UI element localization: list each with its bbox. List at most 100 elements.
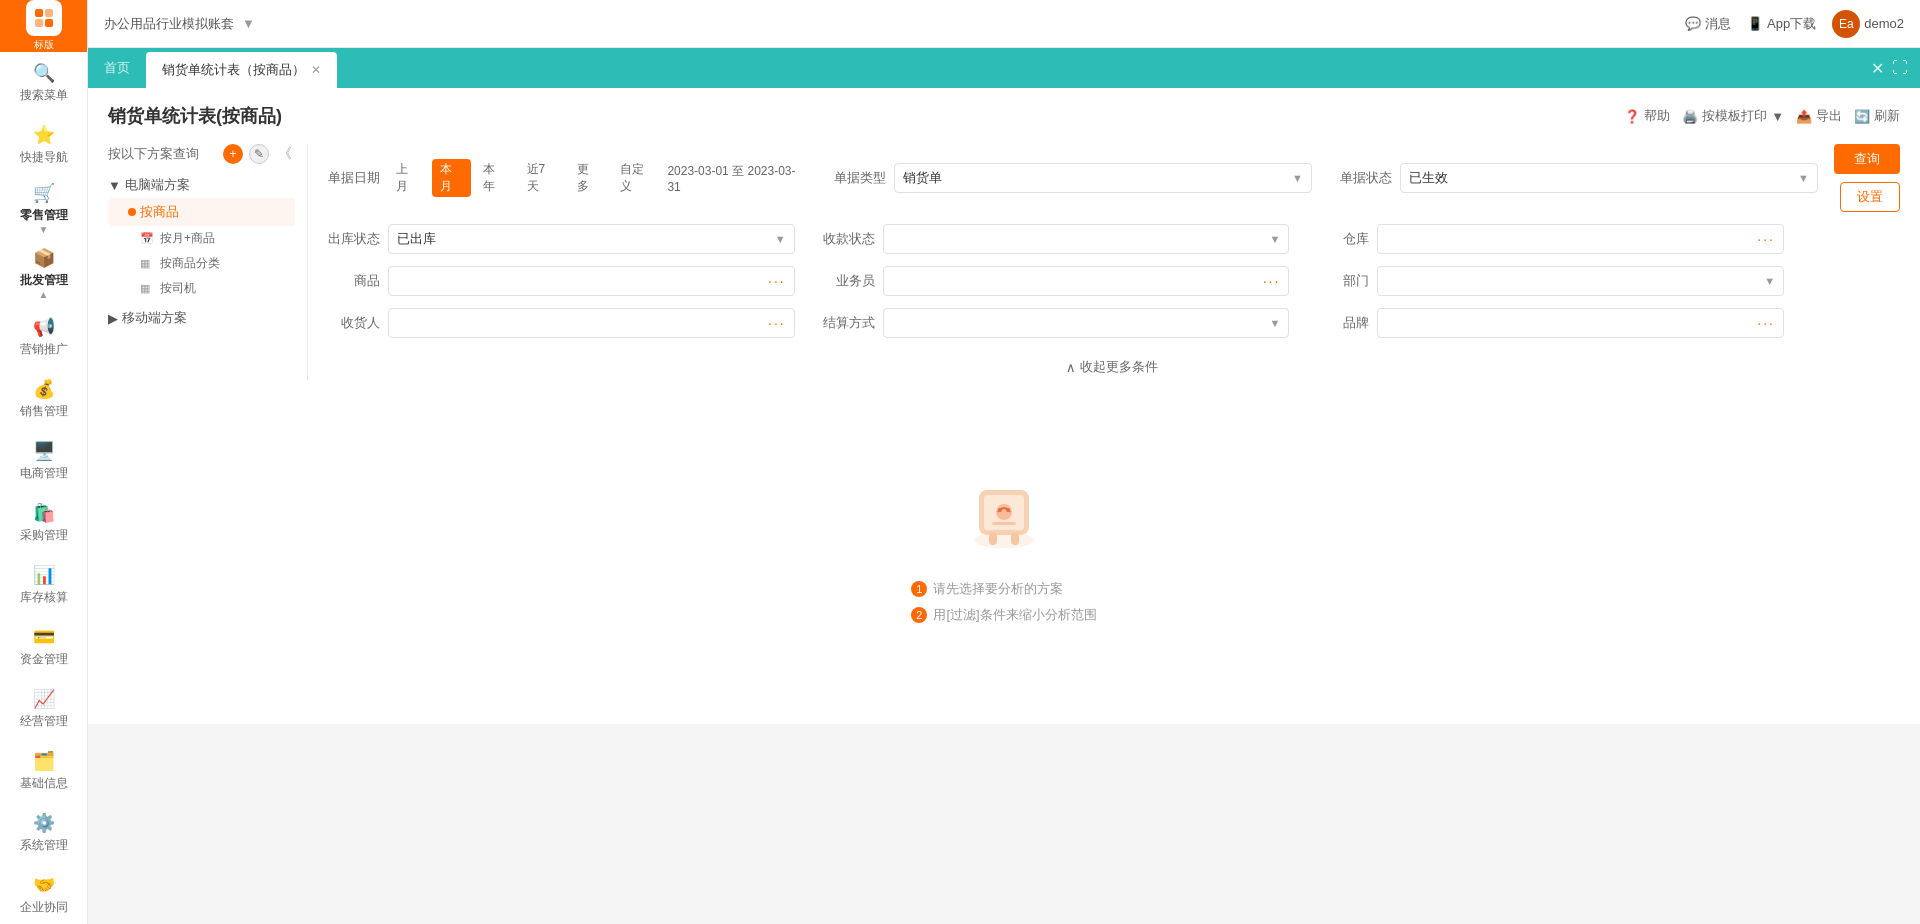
scheme-item-by-category[interactable]: ▦ 按商品分类 [108, 251, 295, 276]
product-dots-icon: ··· [768, 273, 786, 289]
main-area: 办公用品行业模拟账套 ▼ 💬 消息 📱 App下载 Ea demo2 首页 销货… [88, 0, 1920, 924]
sidebar-item-quick[interactable]: ⭐ 快捷导航 [0, 114, 88, 176]
date-tab-last-month[interactable]: 上月 [388, 159, 428, 197]
date-range-value: 2023-03-01 至 2023-03-31 [667, 163, 806, 194]
edit-scheme-btn[interactable]: ✎ [249, 144, 269, 164]
header-actions: 💬 消息 📱 App下载 Ea demo2 [1685, 10, 1904, 38]
scheme-item-by-product[interactable]: 按商品 [108, 198, 295, 226]
sidebar-item-system[interactable]: ⚙️ 系统管理 [0, 802, 88, 864]
settle-selector[interactable]: ▼ [883, 308, 1290, 338]
scheme-group-mobile: ▶ 移动端方案 [108, 305, 295, 331]
filter-warehouse: 仓库 ··· [1313, 224, 1784, 254]
date-tab-7days[interactable]: 近7天 [519, 159, 565, 197]
enterprise-icon: 🤝 [33, 874, 55, 896]
filter-salesperson: 业务员 ··· [819, 266, 1290, 296]
doc-type-label: 单据类型 [830, 169, 886, 187]
dept-label: 部门 [1313, 272, 1369, 290]
brand-label: 品牌 [1313, 314, 1369, 332]
sidebar-item-purchase[interactable]: 🛍️ 采购管理 [0, 492, 88, 554]
out-status-selector[interactable]: 已出库 ▼ [388, 224, 795, 254]
ecommerce-icon: 🖥️ [33, 440, 55, 462]
sidebar-item-marketing[interactable]: 📢 营销推广 [0, 306, 88, 368]
calendar-icon: 📅 [140, 232, 156, 245]
date-tab-this-year[interactable]: 本年 [475, 159, 515, 197]
query-button[interactable]: 查询 [1834, 144, 1900, 174]
app-download-btn[interactable]: 📱 App下载 [1747, 15, 1816, 33]
message-btn[interactable]: 💬 消息 [1685, 15, 1731, 33]
date-tabs-group: 上月 本月 本年 近7天 更多 自定义 2023-03-01 至 2023-03… [388, 159, 806, 197]
sidebar-item-enterprise[interactable]: 🤝 企业协同 [0, 864, 88, 924]
user-profile[interactable]: Ea demo2 [1832, 10, 1904, 38]
close-window-icon[interactable]: ✕ [1871, 59, 1884, 78]
setting-button[interactable]: 设置 [1840, 182, 1900, 212]
filter-area: 按以下方案查询 + ✎ 《 ▼ 电脑端方案 [108, 144, 1900, 380]
doc-status-chevron-icon: ▼ [1798, 172, 1809, 184]
sidebar-item-inventory[interactable]: 📊 库存核算 [0, 554, 88, 616]
sidebar-item-basic[interactable]: 🗂️ 基础信息 [0, 740, 88, 802]
filter-settle: 结算方式 ▼ [819, 308, 1290, 338]
sidebar-item-finance[interactable]: 💳 资金管理 [0, 616, 88, 678]
workspace-label: 办公用品行业模拟账套 [104, 15, 234, 33]
page-actions: ❓ 帮助 🖨️ 按模板打印 ▼ 📤 导出 🔄 刷新 [1624, 107, 1900, 125]
triangle-icon: ▼ [108, 178, 121, 193]
logo-icon [26, 0, 62, 36]
page-title: 销货单统计表(按商品) [108, 104, 282, 128]
refresh-btn[interactable]: 🔄 刷新 [1854, 107, 1900, 125]
system-icon: ⚙️ [33, 812, 55, 834]
svg-rect-2 [35, 19, 43, 27]
scheme-item-by-month-product[interactable]: 📅 按月+商品 [108, 226, 295, 251]
collapse-scheme-btn[interactable]: 《 [275, 144, 295, 164]
tab-sales-stat[interactable]: 销货单统计表（按商品） ✕ [146, 52, 337, 88]
sidebar-item-sales[interactable]: 💰 销售管理 [0, 368, 88, 430]
filter-actions: ∧ 收起更多条件 [324, 350, 1900, 380]
doc-type-selector[interactable]: 销货单 ▼ [894, 163, 1312, 193]
basic-icon: 🗂️ [33, 750, 55, 772]
sidebar-item-search[interactable]: 🔍 搜索菜单 [0, 52, 88, 114]
add-scheme-btn[interactable]: + [223, 144, 243, 164]
dept-selector[interactable]: ▼ [1377, 266, 1784, 296]
tab-bar: 首页 销货单统计表（按商品） ✕ ✕ ⛶ [88, 48, 1920, 88]
date-tab-this-month[interactable]: 本月 [432, 159, 472, 197]
scheme-group-desktop-toggle[interactable]: ▼ 电脑端方案 [108, 172, 295, 198]
scheme-group-mobile-toggle[interactable]: ▶ 移动端方案 [108, 305, 295, 331]
filter-receiver: 收货人 ··· [324, 308, 795, 338]
filter-doc-status: 单据状态 已生效 ▼ [1336, 163, 1818, 193]
print-btn[interactable]: 🖨️ 按模板打印 ▼ [1682, 107, 1784, 125]
svg-point-8 [998, 508, 1002, 512]
export-icon: 📤 [1796, 109, 1812, 124]
chevron-down-icon: ▼ [39, 224, 49, 235]
date-tab-custom[interactable]: 自定义 [612, 159, 663, 197]
workspace-dropdown-icon[interactable]: ▼ [242, 16, 255, 31]
app-logo[interactable]: 标版 [0, 0, 88, 52]
brand-selector[interactable]: ··· [1377, 308, 1784, 338]
help-btn[interactable]: ❓ 帮助 [1624, 107, 1670, 125]
export-btn[interactable]: 📤 导出 [1796, 107, 1842, 125]
maximize-icon[interactable]: ⛶ [1892, 59, 1908, 78]
collect-status-selector[interactable]: ▼ [883, 224, 1290, 254]
collapse-filters-btn[interactable]: ∧ 收起更多条件 [1066, 358, 1158, 376]
tab-close-icon[interactable]: ✕ [311, 63, 321, 77]
scheme-panel-title: 按以下方案查询 [108, 145, 199, 163]
sidebar-item-operations[interactable]: 📈 经营管理 [0, 678, 88, 740]
empty-tip-2: 2 用[过滤]条件来缩小分析范围 [911, 602, 1096, 628]
salesperson-selector[interactable]: ··· [883, 266, 1290, 296]
doc-status-selector[interactable]: 已生效 ▼ [1400, 163, 1818, 193]
sidebar-group-wholesale[interactable]: 📦 批发管理 ▲ [0, 241, 88, 306]
brand-dots-icon: ··· [1757, 315, 1775, 331]
svg-rect-10 [992, 522, 1016, 525]
product-selector[interactable]: ··· [388, 266, 795, 296]
filter-row-4: 收货人 ··· 结算方式 ▼ [324, 308, 1900, 338]
receiver-selector[interactable]: ··· [388, 308, 795, 338]
warehouse-dots-icon: ··· [1757, 231, 1775, 247]
filter-doc-type: 单据类型 销货单 ▼ [830, 163, 1312, 193]
sales-icon: 💰 [33, 378, 55, 400]
scheme-item-by-driver[interactable]: ▦ 按司机 [108, 276, 295, 301]
tab-home[interactable]: 首页 [88, 48, 146, 88]
warehouse-selector[interactable]: ··· [1377, 224, 1784, 254]
date-tab-more[interactable]: 更多 [569, 159, 609, 197]
sidebar-item-ecommerce[interactable]: 🖥️ 电商管理 [0, 430, 88, 492]
receiver-label: 收货人 [324, 314, 380, 332]
receiver-dots-icon: ··· [768, 315, 786, 331]
sidebar-group-retail[interactable]: 🛒 零售管理 ▼ [0, 176, 88, 241]
avatar: Ea [1832, 10, 1860, 38]
